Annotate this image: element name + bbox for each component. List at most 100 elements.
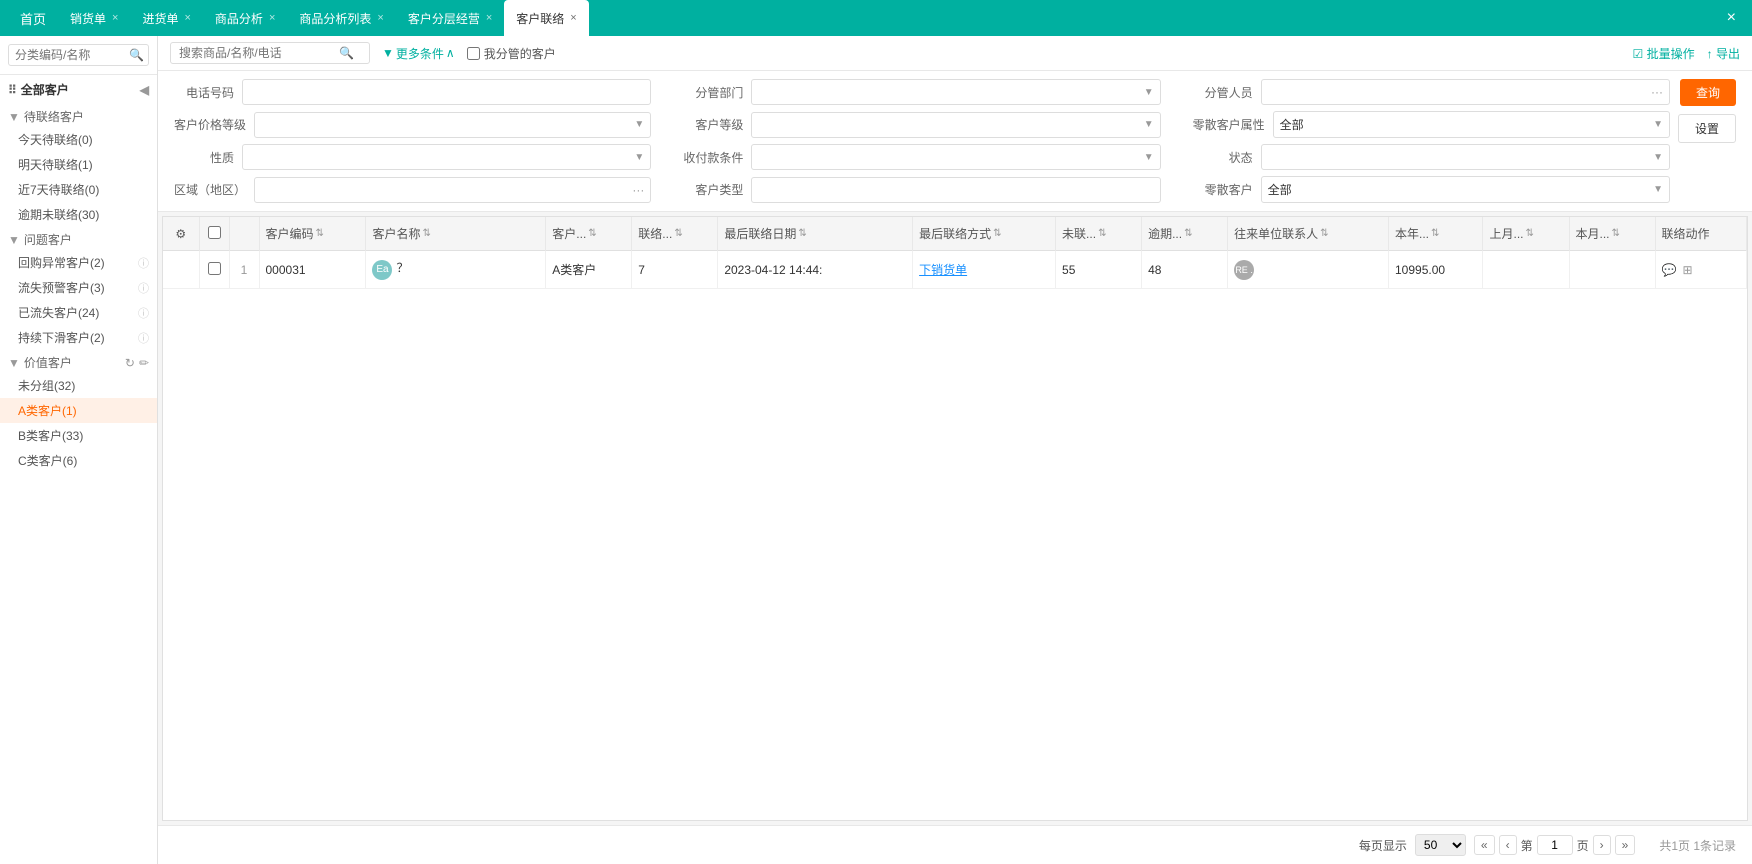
th-customer-type[interactable]: 客户...⇅ — [546, 217, 632, 251]
customer-type-select[interactable] — [751, 177, 1160, 203]
region-select[interactable]: ··· — [254, 177, 651, 203]
sidebar-item-b-class[interactable]: B类客户(33) — [0, 423, 157, 448]
select-all-checkbox[interactable] — [208, 226, 221, 239]
sidebar-item-c-class[interactable]: C类客户(6) — [0, 448, 157, 473]
chevron-down-icon: ▼ — [1144, 87, 1154, 98]
sort-icon: ⇅ — [316, 228, 324, 239]
th-not-contacted[interactable]: 未联...⇅ — [1056, 217, 1142, 251]
row-this-month — [1569, 251, 1655, 289]
sidebar-item-overdue-contact[interactable]: 逾期未联络(30) — [0, 202, 157, 227]
payment-field: 收付款条件 ▼ — [683, 144, 1160, 170]
sort-icon-5: ⇅ — [798, 228, 806, 239]
batch-ops-btn[interactable]: ☑ 批量操作 — [1633, 45, 1695, 62]
sidebar-pending-contact-group: ▼ 待联络客户 — [0, 104, 157, 127]
sidebar-item-ungrouped[interactable]: 未分组(32) — [0, 373, 157, 398]
close-all-tabs[interactable]: × — [1719, 9, 1744, 27]
sidebar-search-area: 🔍 — [0, 36, 157, 75]
search-box: 🔍 — [170, 42, 370, 64]
info-icon-2: ⓘ — [138, 280, 149, 296]
status-select[interactable]: ▼ — [1261, 144, 1670, 170]
advanced-filter: 电话号码 分管部门 ▼ 分管人员 — [158, 71, 1752, 212]
export-btn[interactable]: ↑ 导出 — [1707, 45, 1740, 62]
row-checkbox[interactable] — [208, 262, 221, 275]
my-customers-checkbox[interactable]: 我分管的客户 — [467, 45, 556, 62]
edit-icon[interactable]: ✏ — [139, 356, 149, 370]
sidebar-search-input[interactable] — [8, 44, 149, 66]
sidebar-item-tomorrow-contact[interactable]: 明天待联络(1) — [0, 152, 157, 177]
nav-customer-contact[interactable]: 客户联络 × — [504, 0, 588, 36]
sidebar-item-churn-warning[interactable]: 流失预警客户(3) ⓘ — [0, 275, 157, 300]
page-size-select[interactable]: 50 100 200 — [1415, 834, 1466, 856]
close-product-analysis-list[interactable]: × — [377, 12, 383, 24]
nav-purchase-order[interactable]: 进货单 × — [130, 0, 202, 36]
payment-select[interactable]: ▼ — [751, 144, 1160, 170]
customer-level-select[interactable]: ▼ — [751, 112, 1160, 138]
sidebar-item-declining[interactable]: 持续下滑客户(2) ⓘ — [0, 325, 157, 350]
close-customer-contact[interactable]: × — [570, 12, 576, 24]
nav-home[interactable]: 首页 — [8, 0, 58, 36]
th-contact-person[interactable]: 联络...⇅ — [632, 217, 718, 251]
search-input[interactable] — [179, 46, 339, 60]
prev-page-btn[interactable]: ‹ — [1499, 835, 1517, 855]
more-icon-2: ··· — [632, 183, 644, 197]
th-last-contact-method[interactable]: 最后联络方式⇅ — [913, 217, 1056, 251]
more-conditions-btn[interactable]: ▼ 更多条件 ∧ — [382, 45, 455, 62]
last-page-btn[interactable]: » — [1615, 835, 1636, 855]
close-sales-order[interactable]: × — [112, 12, 118, 24]
retail-attr-select[interactable]: 全部 ▼ — [1273, 111, 1670, 138]
th-customer-name[interactable]: 客户名称⇅ — [366, 217, 546, 251]
sidebar: 🔍 ⠿ 全部客户 ◀ ▼ 待联络客户 今天待联络(0) 明天待联络(1) 近7天… — [0, 36, 158, 864]
close-customer-segment[interactable]: × — [486, 12, 492, 24]
row-last-month — [1483, 251, 1569, 289]
sidebar-item-a-class[interactable]: A类客户(1) — [0, 398, 157, 423]
my-customers-check[interactable] — [467, 47, 480, 60]
row-contact-person: 7 — [632, 251, 718, 289]
search-icon[interactable]: 🔍 — [339, 46, 354, 60]
settings-button[interactable]: 设置 — [1678, 114, 1736, 143]
close-product-analysis[interactable]: × — [269, 12, 275, 24]
th-this-month[interactable]: 本月...⇅ — [1569, 217, 1655, 251]
nav-sales-order[interactable]: 销货单 × — [58, 0, 130, 36]
filter-row-3: 性质 ▼ 收付款条件 ▼ — [174, 144, 1670, 170]
th-unit-contact[interactable]: 往来单位联系人⇅ — [1228, 217, 1389, 251]
row-last-contact-method[interactable]: 下销货单 — [913, 251, 1056, 289]
sidebar-item-abnormal-repurchase[interactable]: 回购异常客户(2) ⓘ — [0, 250, 157, 275]
next-page-btn[interactable]: › — [1593, 835, 1611, 855]
dept-select[interactable]: ▼ — [751, 79, 1160, 105]
th-overdue[interactable]: 逾期...⇅ — [1142, 217, 1228, 251]
row-last-contact-date: 2023-04-12 14:44: — [718, 251, 913, 289]
retail-customer-select[interactable]: 全部 ▼ — [1261, 176, 1670, 203]
check-icon: ☑ — [1633, 47, 1644, 61]
close-purchase-order[interactable]: × — [184, 12, 190, 24]
sidebar-item-today-contact[interactable]: 今天待联络(0) — [0, 127, 157, 152]
sort-icon-4: ⇅ — [674, 228, 682, 239]
total-info: 共1页 1条记录 — [1659, 837, 1736, 854]
nav-product-analysis[interactable]: 商品分析 × — [203, 0, 287, 36]
query-button[interactable]: 查询 — [1680, 79, 1736, 106]
sidebar-item-7day-contact[interactable]: 近7天待联络(0) — [0, 177, 157, 202]
sidebar-search-icon[interactable]: 🔍 — [129, 48, 144, 62]
row-not-contacted: 55 — [1056, 251, 1142, 289]
retail-attr-field: 零散客户属性 全部 ▼ — [1193, 111, 1670, 138]
phone-input[interactable] — [242, 79, 651, 105]
manager-select[interactable]: ··· — [1261, 79, 1670, 105]
row-unit-contact: RE . — [1228, 251, 1389, 289]
th-customer-code[interactable]: 客户编码⇅ — [259, 217, 366, 251]
th-this-year[interactable]: 本年...⇅ — [1389, 217, 1483, 251]
th-last-month[interactable]: 上月...⇅ — [1483, 217, 1569, 251]
chat-icon[interactable]: 💬 — [1662, 263, 1677, 277]
collapse-icon[interactable]: ◀ — [140, 83, 149, 97]
nature-select[interactable]: ▼ — [242, 144, 651, 170]
refresh-icon[interactable]: ↻ — [125, 356, 135, 370]
th-settings[interactable]: ⚙ — [163, 217, 199, 251]
page-number-input[interactable] — [1537, 835, 1573, 855]
first-page-btn[interactable]: « — [1474, 835, 1495, 855]
sidebar-item-churned[interactable]: 已流失客户(24) ⓘ — [0, 300, 157, 325]
sidebar-all-customers[interactable]: ⠿ 全部客户 ◀ — [0, 75, 157, 104]
price-level-select[interactable]: ▼ — [254, 112, 651, 138]
th-last-contact-date[interactable]: 最后联络日期⇅ — [718, 217, 913, 251]
nav-customer-segment[interactable]: 客户分层经营 × — [396, 0, 504, 36]
nature-field: 性质 ▼ — [174, 144, 651, 170]
nav-product-analysis-list[interactable]: 商品分析列表 × — [287, 0, 395, 36]
grid-icon[interactable]: ⊞ — [1682, 263, 1692, 277]
